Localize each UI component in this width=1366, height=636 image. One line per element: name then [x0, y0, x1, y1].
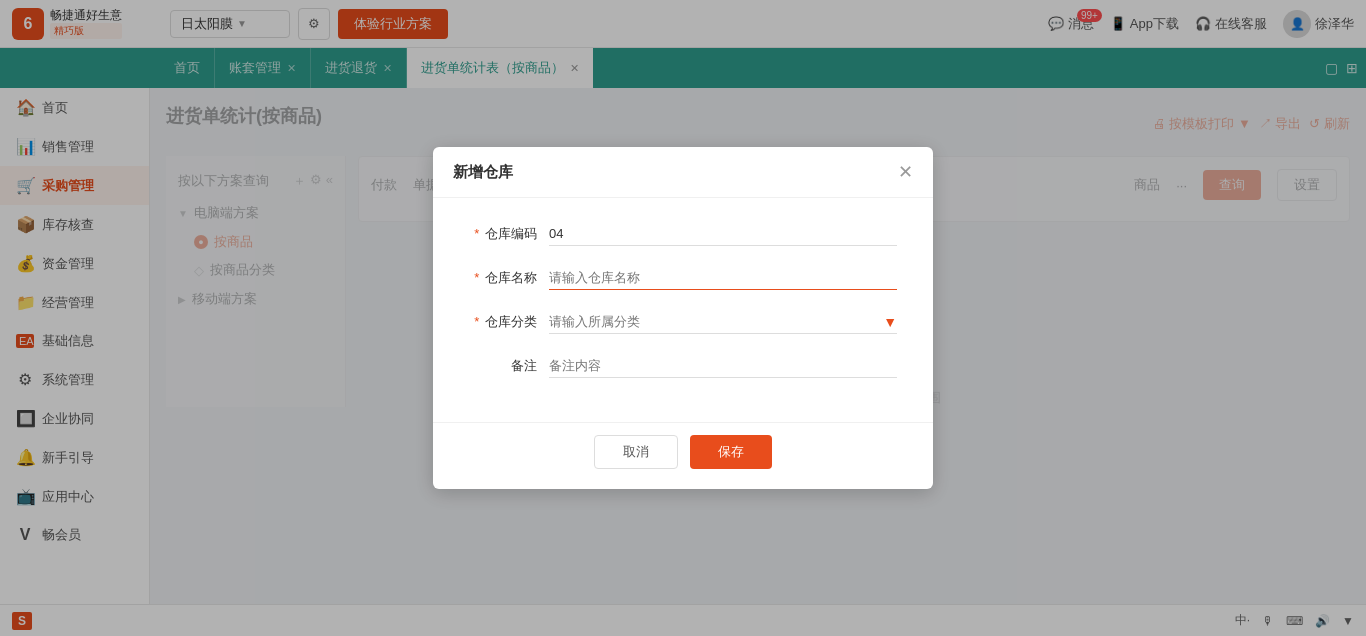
- category-chevron-icon: ▼: [883, 314, 897, 330]
- modal-overlay: 新增仓库 ✕ * 仓库编码 * 仓库名称: [0, 0, 1366, 636]
- form-item-category: * 仓库分类 ▼: [469, 310, 897, 334]
- dialog-header: 新增仓库 ✕: [433, 147, 933, 198]
- form-item-name: * 仓库名称: [469, 266, 897, 290]
- dialog-body: * 仓库编码 * 仓库名称 * 仓库分类: [433, 198, 933, 422]
- name-input[interactable]: [549, 266, 897, 290]
- required-star-name: *: [474, 270, 479, 285]
- form-item-code: * 仓库编码: [469, 222, 897, 246]
- note-input[interactable]: [549, 354, 897, 378]
- form-item-note: 备注: [469, 354, 897, 378]
- note-label: 备注: [469, 357, 549, 375]
- code-input[interactable]: [549, 222, 897, 246]
- new-warehouse-dialog: 新增仓库 ✕ * 仓库编码 * 仓库名称: [433, 147, 933, 489]
- name-label: * 仓库名称: [469, 269, 549, 287]
- category-select-wrap: ▼: [549, 310, 897, 334]
- required-star-code: *: [474, 226, 479, 241]
- category-input[interactable]: [549, 310, 897, 333]
- dialog-title: 新增仓库: [453, 163, 513, 182]
- dialog-footer: 取消 保存: [433, 422, 933, 489]
- dialog-close-icon[interactable]: ✕: [898, 161, 913, 183]
- category-label: * 仓库分类: [469, 313, 549, 331]
- save-button[interactable]: 保存: [690, 435, 772, 469]
- required-star-category: *: [474, 314, 479, 329]
- code-label: * 仓库编码: [469, 225, 549, 243]
- cancel-button[interactable]: 取消: [594, 435, 678, 469]
